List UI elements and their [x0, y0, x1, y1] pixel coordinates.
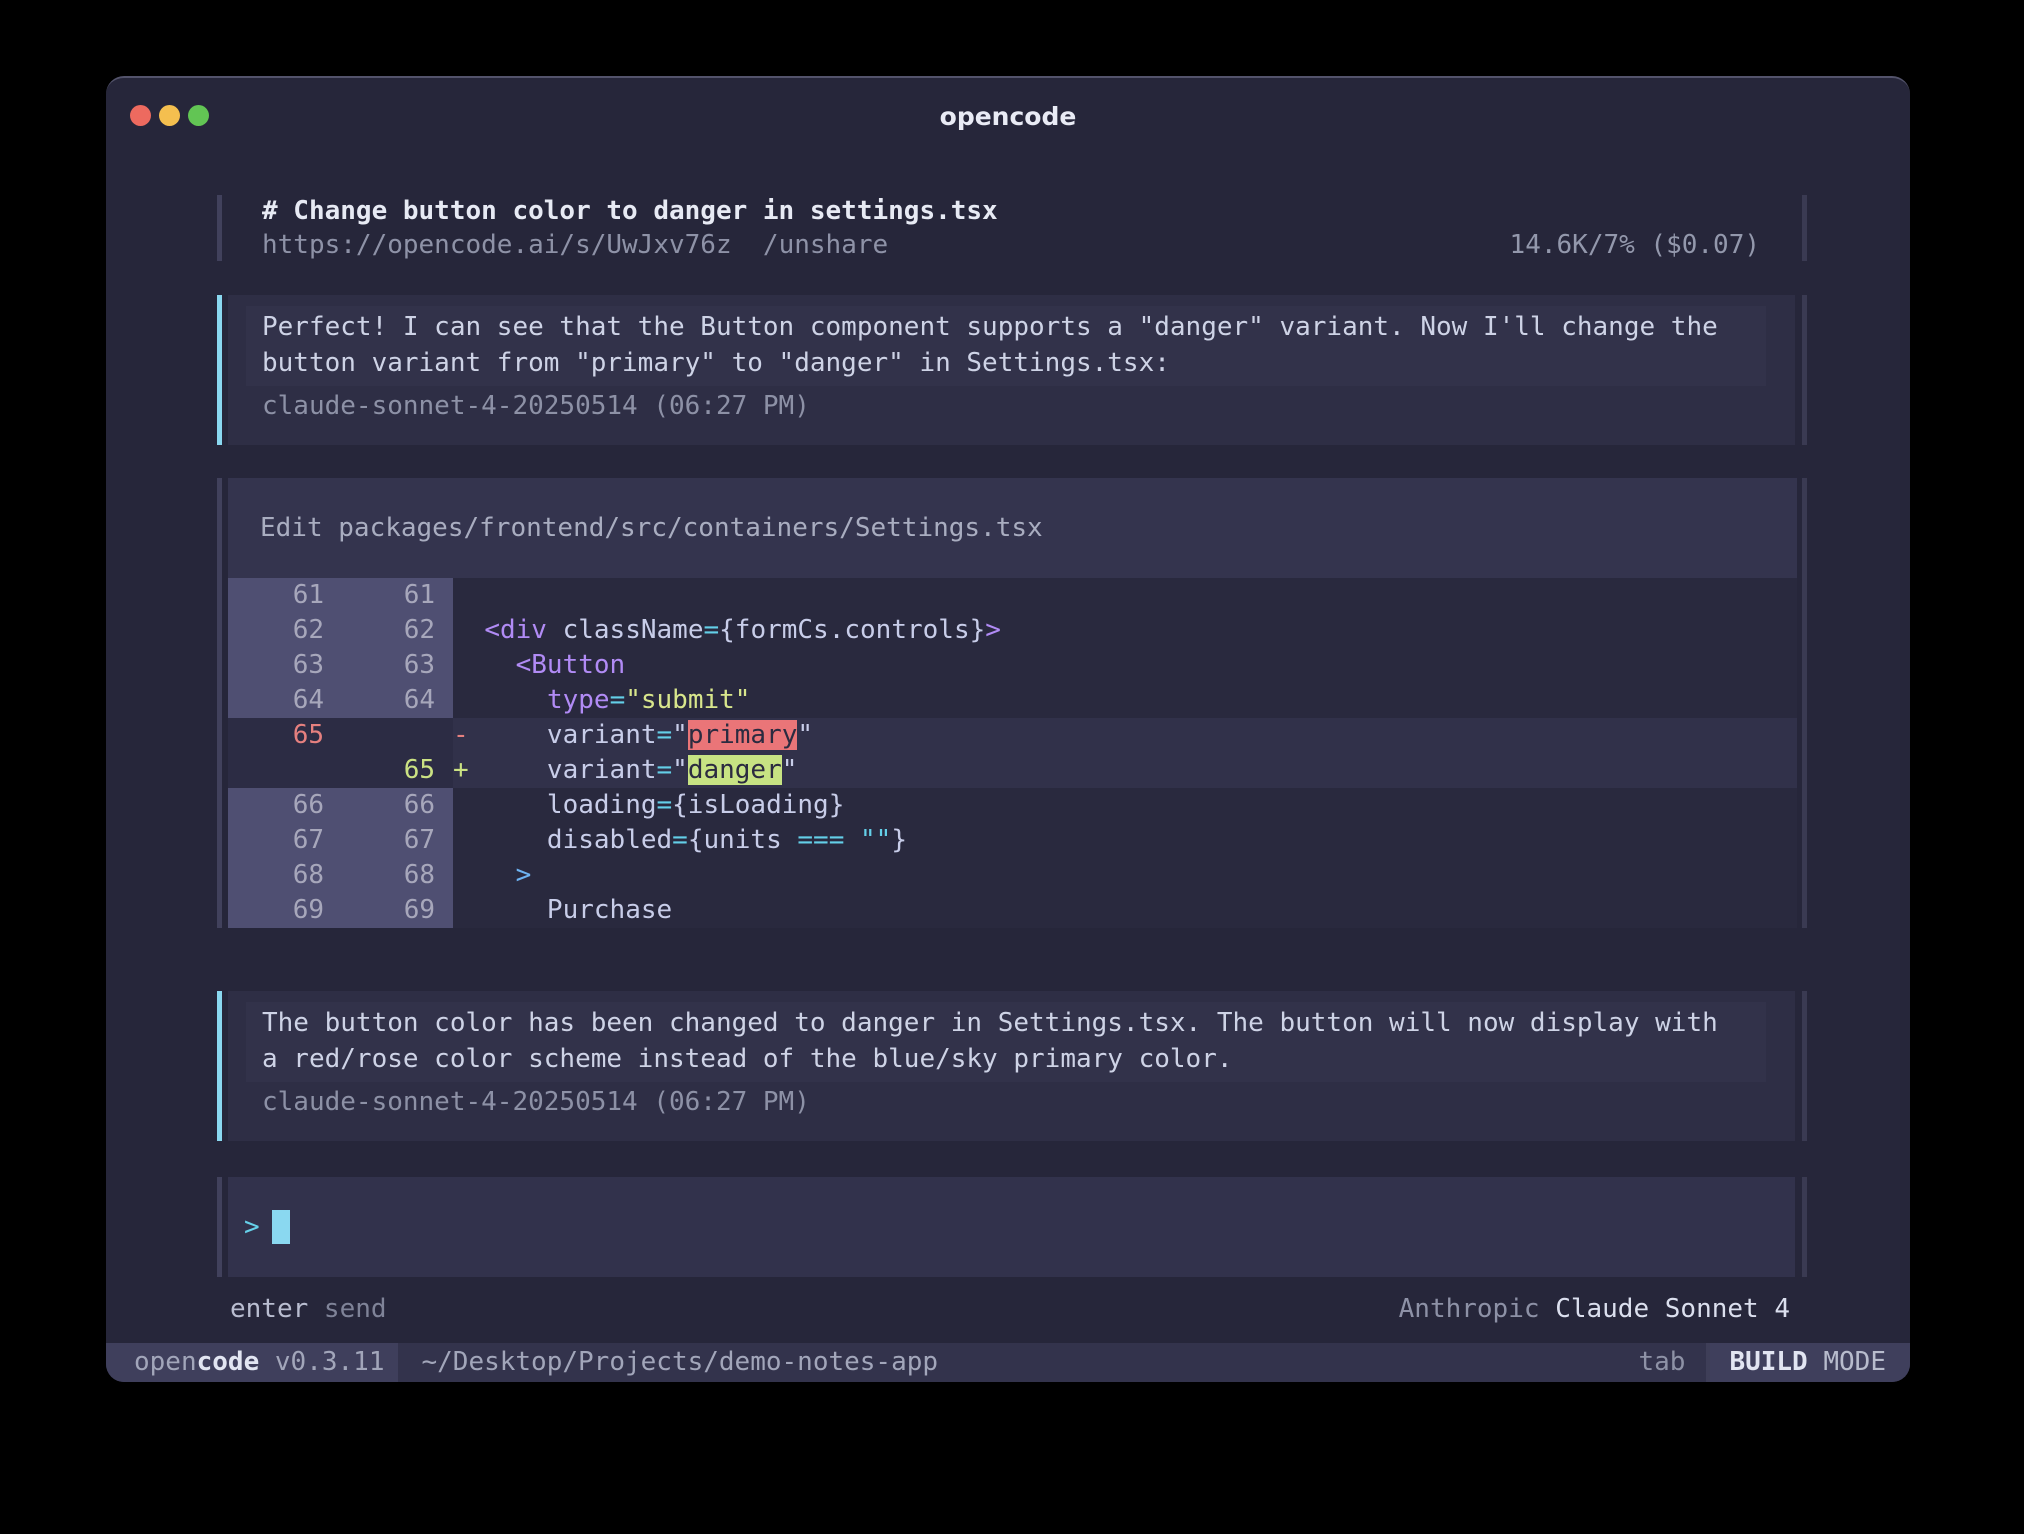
tab-key-hint[interactable]: tab	[1638, 1343, 1706, 1382]
input-left-border	[217, 1177, 222, 1277]
removed-token: primary	[688, 720, 798, 750]
edit-tool-title: Edit packages/frontend/src/containers/Se…	[228, 478, 1797, 578]
provider-name: Anthropic	[1399, 1294, 1556, 1324]
edit-tool-right-border	[1802, 478, 1807, 928]
diff-row-context: 6767 disabled={units === ""}	[228, 823, 1797, 858]
working-directory: ~/Desktop/Projects/demo-notes-app	[398, 1343, 938, 1382]
assistant-message-1-accent-border	[217, 295, 222, 445]
diff-row-context: 6868 >	[228, 858, 1797, 893]
diff-row-added: 65 + variant="danger"	[228, 753, 1797, 788]
session-title: # Change button color to danger in setti…	[262, 195, 998, 227]
send-action-hint: send	[308, 1294, 386, 1324]
model-indicator: Anthropic Claude Sonnet 4	[1399, 1295, 1790, 1323]
session-header-left-border	[217, 195, 222, 261]
window-title: opencode	[106, 102, 1910, 131]
unshare-command[interactable]: /unshare	[763, 230, 888, 260]
session-header-right-border	[1802, 195, 1807, 261]
edit-tool-left-border	[217, 478, 222, 928]
diff-row-removed: 65 - variant="primary"	[228, 718, 1797, 753]
mode-chip[interactable]: BUILD MODE	[1710, 1343, 1910, 1382]
prompt-input[interactable]: >	[228, 1177, 1795, 1277]
assistant-message-1-right-border	[1802, 295, 1807, 445]
assistant-message-2-accent-border	[217, 991, 222, 1141]
titlebar: opencode	[106, 78, 1910, 150]
diff-row-context: 6262 <div className={formCs.controls}>	[228, 613, 1797, 648]
added-token: danger	[688, 755, 782, 785]
app-version-chip: opencode v0.3.11	[106, 1343, 398, 1382]
share-url[interactable]: https://opencode.ai/s/UwJxv76z	[262, 230, 732, 260]
diff-row-context: 6363 <Button	[228, 648, 1797, 683]
enter-key-hint: enter	[230, 1294, 308, 1324]
prompt-symbol: >	[244, 1209, 260, 1245]
message-text: The button color has been changed to dan…	[246, 1002, 1766, 1082]
status-bar: opencode v0.3.11 ~/Desktop/Projects/demo…	[106, 1343, 1910, 1382]
model-name: Claude Sonnet 4	[1555, 1294, 1790, 1324]
assistant-message-2: The button color has been changed to dan…	[228, 991, 1795, 1141]
message-text: Perfect! I can see that the Button compo…	[246, 306, 1766, 386]
assistant-message-2-right-border	[1802, 991, 1807, 1141]
model-timestamp: claude-sonnet-4-20250514 (06:27 PM)	[262, 388, 810, 424]
diff-view: 6161 6262 <div className={formCs.control…	[228, 578, 1797, 928]
opencode-window: opencode # Change button color to danger…	[106, 76, 1910, 1382]
diff-row-context: 6161	[228, 578, 1797, 613]
model-timestamp: claude-sonnet-4-20250514 (06:27 PM)	[262, 1084, 810, 1120]
diff-row-context: 6666 loading={isLoading}	[228, 788, 1797, 823]
text-cursor	[272, 1210, 290, 1244]
hint-row: enter send Anthropic Claude Sonnet 4	[230, 1295, 1790, 1323]
assistant-message-1: Perfect! I can see that the Button compo…	[228, 295, 1795, 445]
input-right-border	[1802, 1177, 1807, 1277]
edit-tool-card: Edit packages/frontend/src/containers/Se…	[228, 478, 1797, 928]
diff-row-context: 6464 type="submit"	[228, 683, 1797, 718]
context-usage: 14.6K/7% ($0.07)	[1510, 229, 1760, 261]
diff-row-context: 6969 Purchase	[228, 893, 1797, 928]
session-share-url: https://opencode.ai/s/UwJxv76z /unshare	[262, 229, 888, 261]
